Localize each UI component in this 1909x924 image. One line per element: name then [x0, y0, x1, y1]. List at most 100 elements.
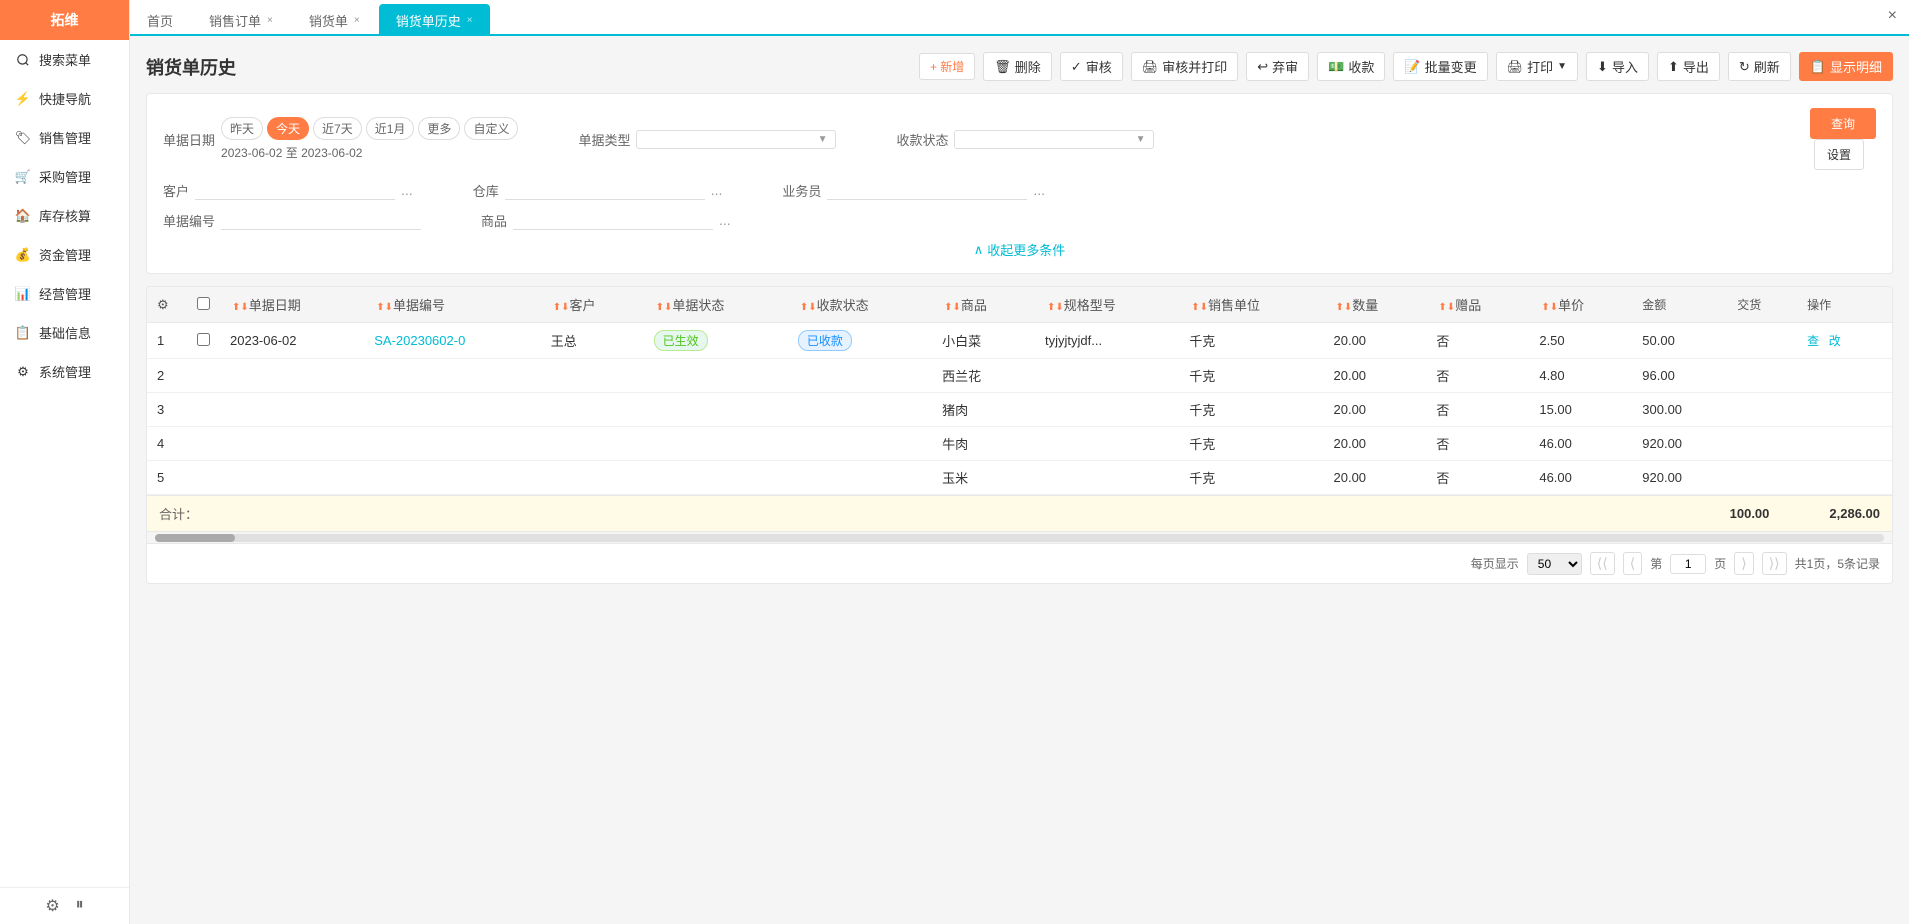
sort-date-button[interactable]: ⬆⬇单据日期	[230, 298, 301, 313]
date-chip-custom[interactable]: 自定义	[464, 117, 518, 140]
salesperson-input[interactable]	[827, 180, 1027, 200]
discard-button[interactable]: ↩ 弃审	[1246, 52, 1309, 81]
view-action-button[interactable]: 查	[1807, 334, 1819, 348]
customer-input[interactable]	[195, 180, 395, 200]
show-detail-button[interactable]: 📋 显示明细	[1799, 52, 1893, 81]
cell-date	[220, 461, 364, 495]
goods-input[interactable]	[513, 210, 713, 230]
cell-date	[220, 427, 364, 461]
tab-bar-close-all[interactable]: ×	[1876, 0, 1909, 34]
tab-sales-delivery-history-close[interactable]: ×	[467, 15, 473, 26]
new-button[interactable]: + 新增	[919, 53, 975, 80]
th-doc-no: ⬆⬇单据编号	[364, 287, 540, 323]
bottom-pause-icon[interactable]: ⏸	[76, 896, 84, 916]
delete-button[interactable]: 🗑 删除	[983, 52, 1052, 81]
sidebar-item-quick-nav[interactable]: ⚡ 快捷导航	[0, 79, 129, 118]
row-checkbox[interactable]	[197, 333, 210, 346]
cell-unit: 千克	[1179, 427, 1323, 461]
sidebar-item-sys-mgmt[interactable]: ⚙ 系统管理	[0, 352, 129, 391]
batch-change-button[interactable]: 📝 批量变更	[1393, 52, 1487, 81]
doc-no-input[interactable]	[221, 210, 421, 230]
wallet-icon: 💰	[15, 247, 31, 263]
tab-sales-order-close[interactable]: ×	[267, 15, 273, 26]
tab-sales-order[interactable]: 销售订单 ×	[192, 4, 290, 36]
sidebar-item-inventory-calc[interactable]: 🏠 库存核算	[0, 196, 129, 235]
cell-checkbox	[187, 323, 220, 359]
audit-print-button[interactable]: 🖨 审核并打印	[1131, 52, 1239, 81]
th-unit: ⬆⬇销售单位	[1179, 287, 1323, 323]
total-values: 100.00 2,286.00	[1730, 506, 1880, 521]
query-button[interactable]: 查询	[1810, 108, 1876, 139]
select-all-checkbox[interactable]	[197, 297, 210, 310]
th-delivery: 交货	[1727, 287, 1797, 323]
th-spec: ⬆⬇规格型号	[1035, 287, 1179, 323]
warehouse-input[interactable]	[505, 180, 705, 200]
setup-button[interactable]: 设置	[1814, 139, 1864, 170]
tab-home[interactable]: 首页	[130, 4, 190, 36]
date-chip-today[interactable]: 今天	[267, 117, 309, 140]
sort-payment-status-button[interactable]: ⬆⬇收款状态	[798, 298, 869, 313]
edit-action-button[interactable]: 改	[1829, 334, 1841, 348]
cell-amount: 50.00	[1632, 323, 1727, 359]
goods-dots-button[interactable]: ...	[719, 212, 731, 228]
date-chip-more[interactable]: 更多	[418, 117, 460, 140]
sidebar-item-base-info[interactable]: 📋 基础信息	[0, 313, 129, 352]
doc-no-link[interactable]: SA-20230602-0	[374, 333, 465, 348]
sort-doc-no-button[interactable]: ⬆⬇单据编号	[374, 298, 445, 313]
sort-customer-button[interactable]: ⬆⬇客户	[551, 298, 596, 313]
cell-gift: 否	[1426, 461, 1529, 495]
cell-goods: 小白菜	[932, 323, 1035, 359]
collapse-button[interactable]: ∧ 收起更多条件	[163, 240, 1876, 259]
date-chip-yesterday[interactable]: 昨天	[221, 117, 263, 140]
sort-icon: ⬆⬇	[376, 302, 393, 313]
cell-qty: 20.00	[1324, 393, 1427, 427]
page-input[interactable]	[1670, 554, 1706, 574]
export-button[interactable]: ⬆ 导出	[1657, 52, 1720, 81]
sort-goods-button[interactable]: ⬆⬇商品	[942, 298, 987, 313]
date-chip-1month[interactable]: 近1月	[366, 117, 415, 140]
sidebar-item-funds-mgmt[interactable]: 💰 资金管理	[0, 235, 129, 274]
date-chip-7days[interactable]: 近7天	[313, 117, 362, 140]
table-settings-icon[interactable]: ⚙	[157, 297, 169, 312]
cell-payment-status	[788, 359, 932, 393]
warehouse-dots-button[interactable]: ...	[711, 182, 723, 198]
tag-icon: 🏷	[15, 130, 31, 146]
import-button[interactable]: ⬇ 导入	[1586, 52, 1649, 81]
sort-price-button[interactable]: ⬆⬇单价	[1539, 298, 1584, 313]
sort-unit-button[interactable]: ⬆⬇销售单位	[1189, 298, 1260, 313]
first-page-button[interactable]: ⟨⟨	[1590, 552, 1615, 575]
prev-page-button[interactable]: ⟨	[1623, 552, 1642, 575]
th-date: ⬆⬇单据日期	[220, 287, 364, 323]
cell-doc-status	[644, 461, 788, 495]
sort-spec-button[interactable]: ⬆⬇规格型号	[1045, 298, 1116, 313]
sort-gift-button[interactable]: ⬆⬇赠品	[1436, 298, 1481, 313]
sidebar-item-purchase-mgmt[interactable]: 🛒 采购管理	[0, 157, 129, 196]
customer-dots-button[interactable]: ...	[401, 182, 413, 198]
payment-status-select[interactable]: ▼	[954, 130, 1154, 149]
filter-doc-no: 单据编号	[163, 210, 421, 230]
sidebar-item-ops-mgmt[interactable]: 📊 经营管理	[0, 274, 129, 313]
sort-qty-button[interactable]: ⬆⬇数量	[1334, 298, 1379, 313]
audit-button[interactable]: ✓ 审核	[1060, 52, 1123, 81]
tab-sales-delivery[interactable]: 销货单 ×	[292, 4, 377, 36]
bottom-settings-icon[interactable]: ⚙	[45, 896, 59, 916]
collect-button[interactable]: 💵 收款	[1317, 52, 1385, 81]
next-page-button[interactable]: ⟩	[1734, 552, 1753, 575]
sidebar-item-sales-mgmt[interactable]: 🏷 销售管理	[0, 118, 129, 157]
scroll-thumb[interactable]	[155, 534, 235, 542]
refresh-button[interactable]: ↻ 刷新	[1728, 52, 1791, 81]
tab-sales-delivery-history[interactable]: 销货单历史 ×	[379, 4, 490, 36]
last-page-button[interactable]: ⟩⟩	[1762, 552, 1787, 575]
sort-doc-status-button[interactable]: ⬆⬇单据状态	[654, 298, 725, 313]
cell-action: 查 改	[1797, 323, 1892, 359]
salesperson-dots-button[interactable]: ...	[1033, 182, 1045, 198]
payment-status-label: 收款状态	[896, 130, 948, 149]
sidebar-item-search-menu[interactable]: 搜索菜单	[0, 40, 129, 79]
settings-icon: ⚙	[15, 364, 31, 380]
doc-type-select[interactable]: ▼	[636, 130, 836, 149]
tab-sales-delivery-close[interactable]: ×	[354, 15, 360, 26]
print-button[interactable]: 🖨 打印 ▼	[1496, 52, 1578, 81]
per-page-select[interactable]: 50 100 200	[1527, 553, 1582, 575]
cell-price: 46.00	[1529, 427, 1632, 461]
scroll-bar-area[interactable]	[147, 531, 1892, 543]
